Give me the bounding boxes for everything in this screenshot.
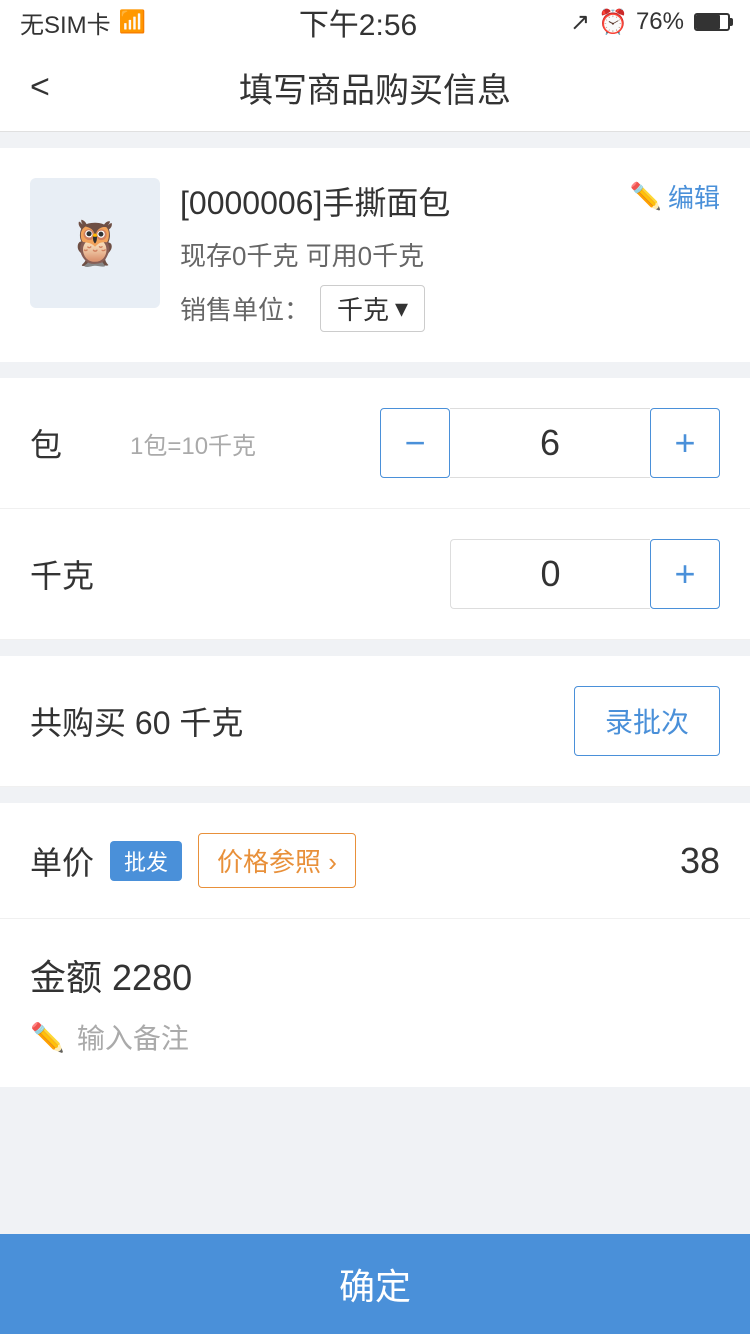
edit-icon: ✏️ — [630, 181, 662, 212]
status-bar: 无SIM卡 📶 下午2:56 ↗ ⏰ 76% — [0, 0, 750, 44]
amount-label: 金额 — [30, 957, 102, 998]
kg-controls: + — [450, 539, 720, 609]
pencil-icon: ✏️ — [30, 1021, 65, 1054]
kg-input[interactable] — [450, 539, 650, 609]
bag-hint: 1包=10千克 — [130, 426, 360, 461]
batch-button[interactable]: 录批次 — [574, 686, 720, 756]
page-title: 填写商品购买信息 — [239, 63, 511, 112]
bag-increment-button[interactable]: + — [650, 408, 720, 478]
product-thumbnail: 🦉 — [30, 178, 160, 308]
amount-row: 金额 2280 — [30, 949, 720, 1001]
note-placeholder: 输入备注 — [77, 1017, 189, 1057]
confirm-button[interactable]: 确定 — [0, 1234, 750, 1334]
summary-text: 共购买 60 千克 — [30, 698, 243, 744]
kg-row: 千克 + — [0, 509, 750, 640]
back-button[interactable]: < — [30, 68, 50, 107]
price-type-badge: 批发 — [110, 841, 182, 881]
bag-row: 包 1包=10千克 − + — [0, 378, 750, 509]
battery-text: 76% — [636, 8, 684, 36]
amount-value: 2280 — [112, 957, 192, 998]
kg-increment-button[interactable]: + — [650, 539, 720, 609]
price-reference-button[interactable]: 价格参照 › — [198, 833, 356, 888]
bag-controls: − + — [380, 408, 720, 478]
product-stock: 现存0千克 可用0千克 — [180, 236, 720, 273]
carrier-text: 无SIM卡 — [20, 5, 111, 40]
edit-button[interactable]: ✏️ 编辑 — [630, 178, 720, 215]
price-value: 38 — [680, 840, 720, 882]
unit-label: 销售单位： — [180, 290, 310, 327]
nav-bar: < 填写商品购买信息 — [0, 44, 750, 132]
summary-section: 共购买 60 千克 录批次 — [0, 656, 750, 787]
alarm-icon: ⏰ — [598, 8, 628, 37]
status-left: 无SIM卡 📶 — [20, 5, 146, 40]
location-icon: ↗ — [570, 8, 590, 37]
kg-label: 千克 — [30, 551, 110, 597]
wifi-icon: 📶 — [119, 9, 146, 35]
bag-label: 包 — [30, 420, 110, 466]
bag-input[interactable] — [450, 408, 650, 478]
price-section: 单价 批发 价格参照 › 38 — [0, 803, 750, 919]
unit-value: 千克 — [337, 290, 389, 327]
status-time: 下午2:56 — [299, 0, 417, 44]
product-section: 🦉 [0000006]手撕面包 ✏️ 编辑 现存0千克 可用0千克 销售单位： … — [0, 148, 750, 362]
product-name: [0000006]手撕面包 — [180, 178, 450, 224]
quantity-section: 包 1包=10千克 − + 千克 + — [0, 378, 750, 640]
product-info: [0000006]手撕面包 ✏️ 编辑 现存0千克 可用0千克 销售单位： 千克… — [180, 178, 720, 332]
chevron-down-icon: ▾ — [395, 293, 408, 324]
battery-icon — [694, 13, 730, 31]
unit-selector[interactable]: 千克 ▾ — [320, 285, 425, 332]
edit-label: 编辑 — [668, 178, 720, 215]
status-right: ↗ ⏰ 76% — [570, 8, 730, 37]
note-row[interactable]: ✏️ 输入备注 — [30, 1017, 720, 1077]
amount-section: 金额 2280 ✏️ 输入备注 — [0, 919, 750, 1087]
price-label: 单价 — [30, 838, 94, 884]
bag-decrement-button[interactable]: − — [380, 408, 450, 478]
product-unit-row: 销售单位： 千克 ▾ — [180, 285, 720, 332]
